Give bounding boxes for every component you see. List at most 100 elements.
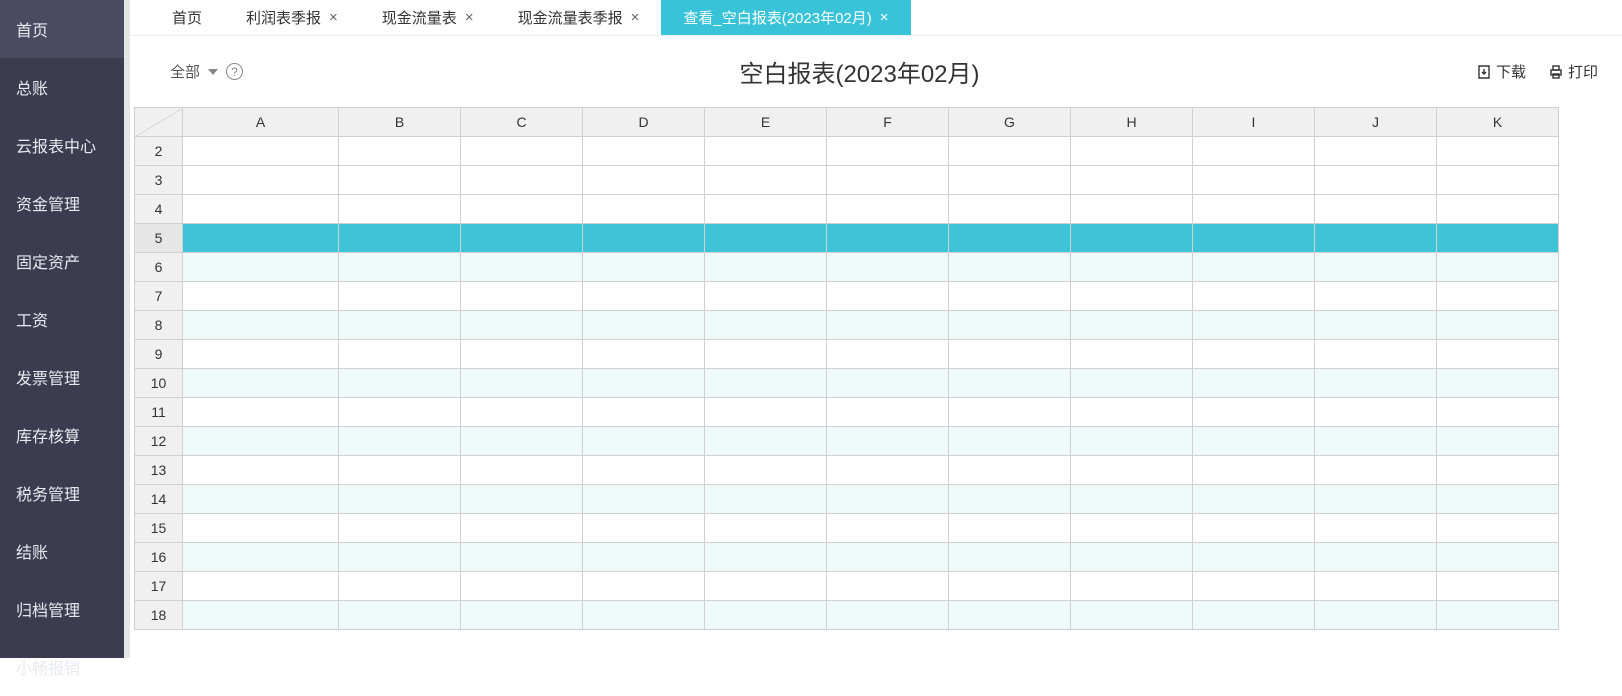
- cell-A8[interactable]: [183, 311, 339, 340]
- cell-J6[interactable]: [1315, 253, 1437, 282]
- cell-G5[interactable]: [949, 224, 1071, 253]
- cell-E2[interactable]: [705, 137, 827, 166]
- cell-B4[interactable]: [339, 195, 461, 224]
- cell-B12[interactable]: [339, 427, 461, 456]
- cell-J4[interactable]: [1315, 195, 1437, 224]
- close-icon[interactable]: ×: [465, 9, 474, 26]
- col-header-D[interactable]: D: [583, 108, 705, 137]
- cell-K4[interactable]: [1437, 195, 1559, 224]
- cell-B16[interactable]: [339, 543, 461, 572]
- cell-H11[interactable]: [1071, 398, 1193, 427]
- cell-G14[interactable]: [949, 485, 1071, 514]
- cell-H2[interactable]: [1071, 137, 1193, 166]
- cell-G9[interactable]: [949, 340, 1071, 369]
- cell-G13[interactable]: [949, 456, 1071, 485]
- col-header-G[interactable]: G: [949, 108, 1071, 137]
- cell-H4[interactable]: [1071, 195, 1193, 224]
- cell-E10[interactable]: [705, 369, 827, 398]
- cell-D9[interactable]: [583, 340, 705, 369]
- cell-A17[interactable]: [183, 572, 339, 601]
- cell-K10[interactable]: [1437, 369, 1559, 398]
- cell-K17[interactable]: [1437, 572, 1559, 601]
- row-header-8[interactable]: 8: [135, 311, 183, 340]
- cell-I12[interactable]: [1193, 427, 1315, 456]
- cell-I10[interactable]: [1193, 369, 1315, 398]
- cell-J16[interactable]: [1315, 543, 1437, 572]
- cell-K18[interactable]: [1437, 601, 1559, 630]
- cell-G18[interactable]: [949, 601, 1071, 630]
- cell-E3[interactable]: [705, 166, 827, 195]
- grid[interactable]: ABCDEFGHIJK23456789101112131415161718: [134, 107, 1559, 630]
- cell-E8[interactable]: [705, 311, 827, 340]
- sidebar-item-8[interactable]: 税务管理: [0, 464, 124, 522]
- cell-D5[interactable]: [583, 224, 705, 253]
- tab-1[interactable]: 利润表季报×: [224, 0, 360, 35]
- cell-J15[interactable]: [1315, 514, 1437, 543]
- row-header-9[interactable]: 9: [135, 340, 183, 369]
- cell-G2[interactable]: [949, 137, 1071, 166]
- cell-K7[interactable]: [1437, 282, 1559, 311]
- cell-K11[interactable]: [1437, 398, 1559, 427]
- cell-C5[interactable]: [461, 224, 583, 253]
- cell-D14[interactable]: [583, 485, 705, 514]
- cell-I15[interactable]: [1193, 514, 1315, 543]
- cell-J17[interactable]: [1315, 572, 1437, 601]
- cell-B15[interactable]: [339, 514, 461, 543]
- cell-J8[interactable]: [1315, 311, 1437, 340]
- cell-J2[interactable]: [1315, 137, 1437, 166]
- row-header-11[interactable]: 11: [135, 398, 183, 427]
- cell-B9[interactable]: [339, 340, 461, 369]
- cell-K2[interactable]: [1437, 137, 1559, 166]
- cell-I4[interactable]: [1193, 195, 1315, 224]
- cell-A4[interactable]: [183, 195, 339, 224]
- cell-D13[interactable]: [583, 456, 705, 485]
- cell-I2[interactable]: [1193, 137, 1315, 166]
- cell-J12[interactable]: [1315, 427, 1437, 456]
- sidebar-item-10[interactable]: 归档管理: [0, 580, 124, 638]
- cell-F13[interactable]: [827, 456, 949, 485]
- cell-I9[interactable]: [1193, 340, 1315, 369]
- cell-E4[interactable]: [705, 195, 827, 224]
- row-header-3[interactable]: 3: [135, 166, 183, 195]
- cell-A11[interactable]: [183, 398, 339, 427]
- cell-A9[interactable]: [183, 340, 339, 369]
- cell-H12[interactable]: [1071, 427, 1193, 456]
- cell-K16[interactable]: [1437, 543, 1559, 572]
- cell-A3[interactable]: [183, 166, 339, 195]
- close-icon[interactable]: ×: [880, 9, 889, 26]
- cell-F14[interactable]: [827, 485, 949, 514]
- cell-I7[interactable]: [1193, 282, 1315, 311]
- cell-I5[interactable]: [1193, 224, 1315, 253]
- cell-K15[interactable]: [1437, 514, 1559, 543]
- close-icon[interactable]: ×: [329, 9, 338, 26]
- filter-dropdown[interactable]: 全部 ?: [170, 61, 243, 82]
- cell-C10[interactable]: [461, 369, 583, 398]
- sidebar-item-9[interactable]: 结账: [0, 522, 124, 580]
- row-header-15[interactable]: 15: [135, 514, 183, 543]
- cell-B8[interactable]: [339, 311, 461, 340]
- cell-B11[interactable]: [339, 398, 461, 427]
- cell-A5[interactable]: [183, 224, 339, 253]
- cell-H16[interactable]: [1071, 543, 1193, 572]
- cell-C4[interactable]: [461, 195, 583, 224]
- cell-C3[interactable]: [461, 166, 583, 195]
- col-header-I[interactable]: I: [1193, 108, 1315, 137]
- cell-F7[interactable]: [827, 282, 949, 311]
- row-header-12[interactable]: 12: [135, 427, 183, 456]
- cell-A13[interactable]: [183, 456, 339, 485]
- cell-E17[interactable]: [705, 572, 827, 601]
- cell-F9[interactable]: [827, 340, 949, 369]
- col-header-A[interactable]: A: [183, 108, 339, 137]
- cell-B10[interactable]: [339, 369, 461, 398]
- sidebar-item-0[interactable]: 首页: [0, 0, 124, 58]
- row-header-17[interactable]: 17: [135, 572, 183, 601]
- cell-A16[interactable]: [183, 543, 339, 572]
- cell-F11[interactable]: [827, 398, 949, 427]
- cell-G3[interactable]: [949, 166, 1071, 195]
- cell-J7[interactable]: [1315, 282, 1437, 311]
- tab-0[interactable]: 首页: [150, 0, 224, 35]
- cell-B2[interactable]: [339, 137, 461, 166]
- cell-G4[interactable]: [949, 195, 1071, 224]
- cell-J13[interactable]: [1315, 456, 1437, 485]
- row-header-2[interactable]: 2: [135, 137, 183, 166]
